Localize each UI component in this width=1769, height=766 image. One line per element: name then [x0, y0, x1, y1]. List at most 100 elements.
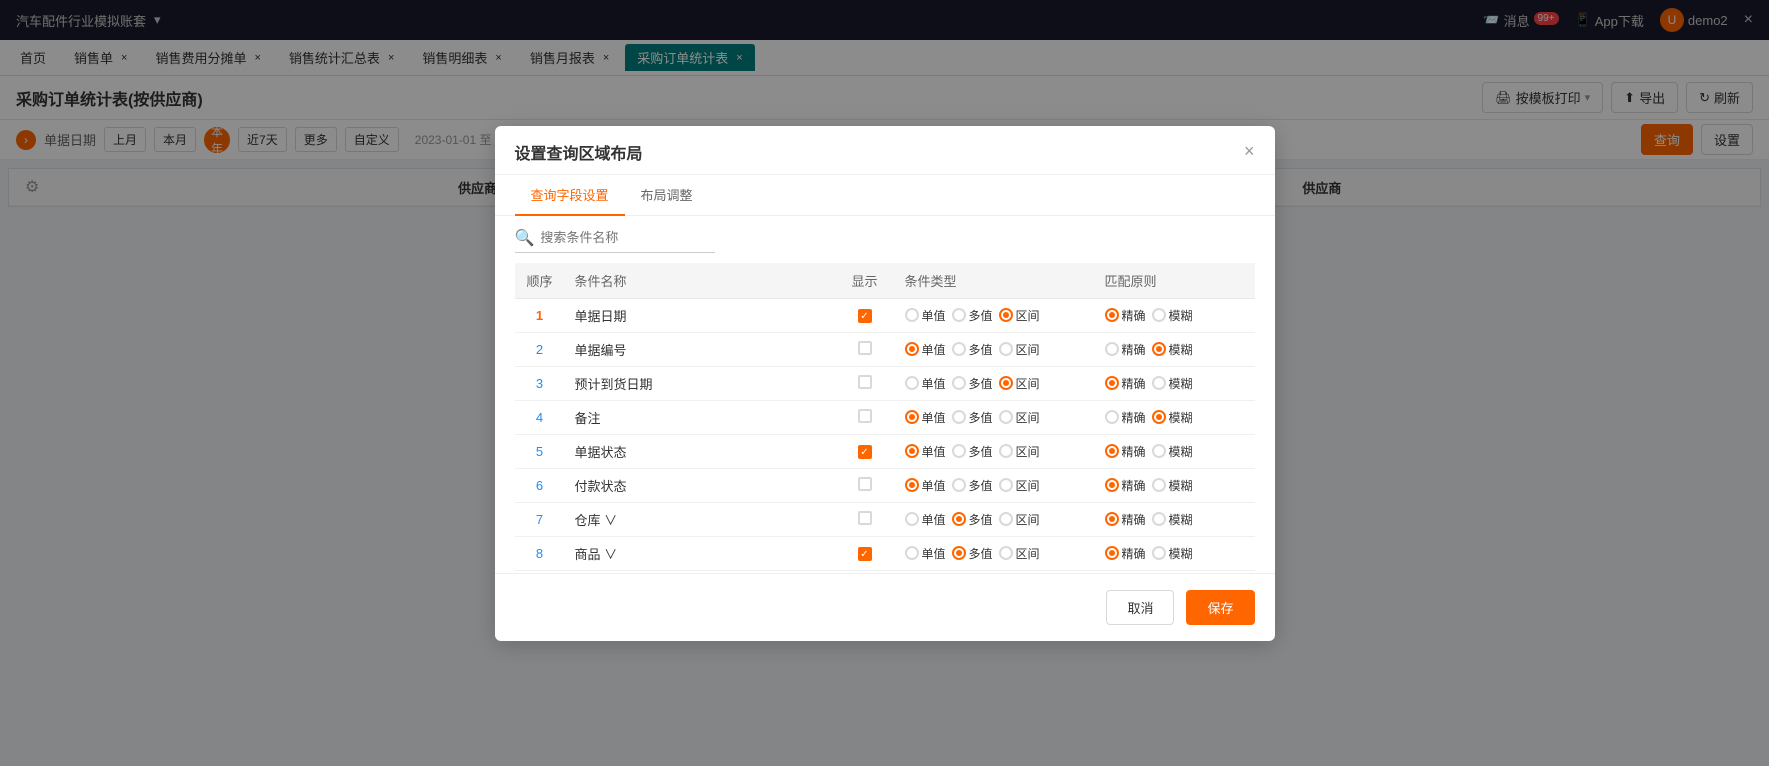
- modal-title: 设置查询区域布局: [515, 140, 643, 164]
- row-type[interactable]: 单值多值区间: [895, 298, 1095, 332]
- table-row: 6付款状态单值多值区间精确模糊: [515, 468, 1255, 502]
- radio-circle: [952, 512, 966, 526]
- radio-item[interactable]: 区间: [999, 545, 1040, 562]
- radio-item[interactable]: 多值: [952, 511, 993, 528]
- radio-item[interactable]: 多值: [952, 307, 993, 324]
- display-checkbox[interactable]: [858, 511, 872, 525]
- radio-item[interactable]: 模糊: [1152, 375, 1193, 392]
- radio-circle: [999, 376, 1013, 390]
- radio-label: 单值: [922, 545, 946, 562]
- radio-item[interactable]: 区间: [999, 307, 1040, 324]
- radio-label: 单值: [922, 443, 946, 460]
- type-radio-group: 单值多值 区间: [905, 545, 1085, 562]
- modal-tab-query-fields[interactable]: 查询字段设置: [515, 175, 625, 216]
- display-checkbox[interactable]: [858, 341, 872, 355]
- radio-item[interactable]: 模糊: [1152, 477, 1193, 494]
- row-match[interactable]: 精确模糊: [1095, 434, 1255, 468]
- radio-label: 精确: [1122, 443, 1146, 460]
- radio-item[interactable]: 单值: [905, 545, 946, 562]
- radio-item[interactable]: 区间: [999, 409, 1040, 426]
- radio-item[interactable]: 模糊: [1152, 545, 1193, 562]
- row-type[interactable]: 单值多值区间: [895, 468, 1095, 502]
- modal-close-button[interactable]: ×: [1244, 141, 1255, 162]
- row-display[interactable]: [835, 468, 895, 502]
- radio-item[interactable]: 模糊: [1152, 511, 1193, 528]
- display-checkbox[interactable]: [858, 409, 872, 423]
- radio-item[interactable]: 精确: [1105, 307, 1146, 324]
- radio-item[interactable]: 多值: [952, 375, 993, 392]
- row-order: 3: [515, 366, 565, 400]
- radio-circle: [1152, 410, 1166, 424]
- radio-item[interactable]: 单值: [905, 511, 946, 528]
- display-checkbox[interactable]: [858, 477, 872, 491]
- row-display[interactable]: ✓: [835, 536, 895, 570]
- radio-item[interactable]: 多值: [952, 341, 993, 358]
- radio-circle: [1105, 512, 1119, 526]
- radio-item[interactable]: 模糊: [1152, 307, 1193, 324]
- row-display[interactable]: ✓: [835, 298, 895, 332]
- radio-item[interactable]: 精确: [1105, 341, 1146, 358]
- radio-item[interactable]: 多值: [952, 477, 993, 494]
- radio-item[interactable]: 精确: [1105, 545, 1146, 562]
- row-display[interactable]: [835, 400, 895, 434]
- row-type[interactable]: 单值多值区间: [895, 400, 1095, 434]
- modal-table: 顺序 条件名称 显示 条件类型 匹配原则 1单据日期✓单值多值区间精确模糊2单据…: [515, 263, 1255, 573]
- row-match[interactable]: 精确模糊: [1095, 400, 1255, 434]
- radio-item[interactable]: 多值: [952, 443, 993, 460]
- row-match[interactable]: 精确模糊: [1095, 468, 1255, 502]
- row-type[interactable]: 单值多值区间: [895, 502, 1095, 536]
- radio-circle: [999, 410, 1013, 424]
- radio-item[interactable]: 区间: [999, 341, 1040, 358]
- radio-label: 模糊: [1169, 375, 1193, 392]
- display-checkbox[interactable]: ✓: [858, 547, 872, 561]
- radio-item[interactable]: 单值: [905, 477, 946, 494]
- search-input[interactable]: [540, 230, 700, 245]
- row-type[interactable]: 单值多值 区间: [895, 536, 1095, 570]
- radio-item[interactable]: 单值: [905, 341, 946, 358]
- display-checkbox[interactable]: ✓: [858, 445, 872, 459]
- row-match[interactable]: 精确模糊: [1095, 332, 1255, 366]
- radio-circle: [1105, 410, 1119, 424]
- row-match[interactable]: 精确模糊: [1095, 502, 1255, 536]
- radio-circle: [1105, 444, 1119, 458]
- radio-item[interactable]: 多值: [952, 409, 993, 426]
- radio-item[interactable]: 单值: [905, 375, 946, 392]
- radio-item[interactable]: 精确: [1105, 477, 1146, 494]
- radio-circle: [1152, 308, 1166, 322]
- row-display[interactable]: [835, 502, 895, 536]
- radio-item[interactable]: 区间: [999, 375, 1040, 392]
- display-checkbox[interactable]: [858, 375, 872, 389]
- radio-item[interactable]: 单值: [905, 443, 946, 460]
- row-type[interactable]: 单值多值区间: [895, 332, 1095, 366]
- radio-item[interactable]: 精确: [1105, 511, 1146, 528]
- row-type[interactable]: 单值多值区间: [895, 434, 1095, 468]
- radio-item[interactable]: 单值: [905, 409, 946, 426]
- radio-item[interactable]: 模糊: [1152, 443, 1193, 460]
- modal-overlay: 设置查询区域布局 × 查询字段设置 布局调整 🔍 顺序: [0, 0, 1769, 766]
- radio-item[interactable]: 区间: [999, 511, 1040, 528]
- row-match[interactable]: 精确 模糊: [1095, 366, 1255, 400]
- row-display[interactable]: [835, 332, 895, 366]
- radio-item[interactable]: 模糊: [1152, 341, 1193, 358]
- table-row: 2单据编号单值多值区间精确模糊: [515, 332, 1255, 366]
- radio-item[interactable]: 区间: [999, 443, 1040, 460]
- modal-tab-layout[interactable]: 布局调整: [625, 175, 709, 216]
- radio-item[interactable]: 精确: [1105, 409, 1146, 426]
- radio-item[interactable]: 精确: [1105, 375, 1146, 392]
- save-button[interactable]: 保存: [1186, 590, 1254, 625]
- radio-item[interactable]: 模糊: [1152, 409, 1193, 426]
- radio-item[interactable]: 多值: [952, 545, 993, 562]
- row-display[interactable]: ✓: [835, 434, 895, 468]
- radio-item[interactable]: 单值: [905, 307, 946, 324]
- row-match[interactable]: 精确模糊: [1095, 298, 1255, 332]
- radio-item[interactable]: 精确: [1105, 443, 1146, 460]
- radio-item[interactable]: 区间: [999, 477, 1040, 494]
- row-display[interactable]: [835, 366, 895, 400]
- display-checkbox[interactable]: ✓: [858, 309, 872, 323]
- cancel-button[interactable]: 取消: [1106, 590, 1174, 625]
- radio-label: 区间: [1016, 545, 1040, 562]
- match-radio-group: 精确模糊: [1105, 545, 1245, 562]
- row-match[interactable]: 精确模糊: [1095, 536, 1255, 570]
- row-type[interactable]: 单值多值区间: [895, 366, 1095, 400]
- type-radio-group: 单值多值区间: [905, 511, 1085, 528]
